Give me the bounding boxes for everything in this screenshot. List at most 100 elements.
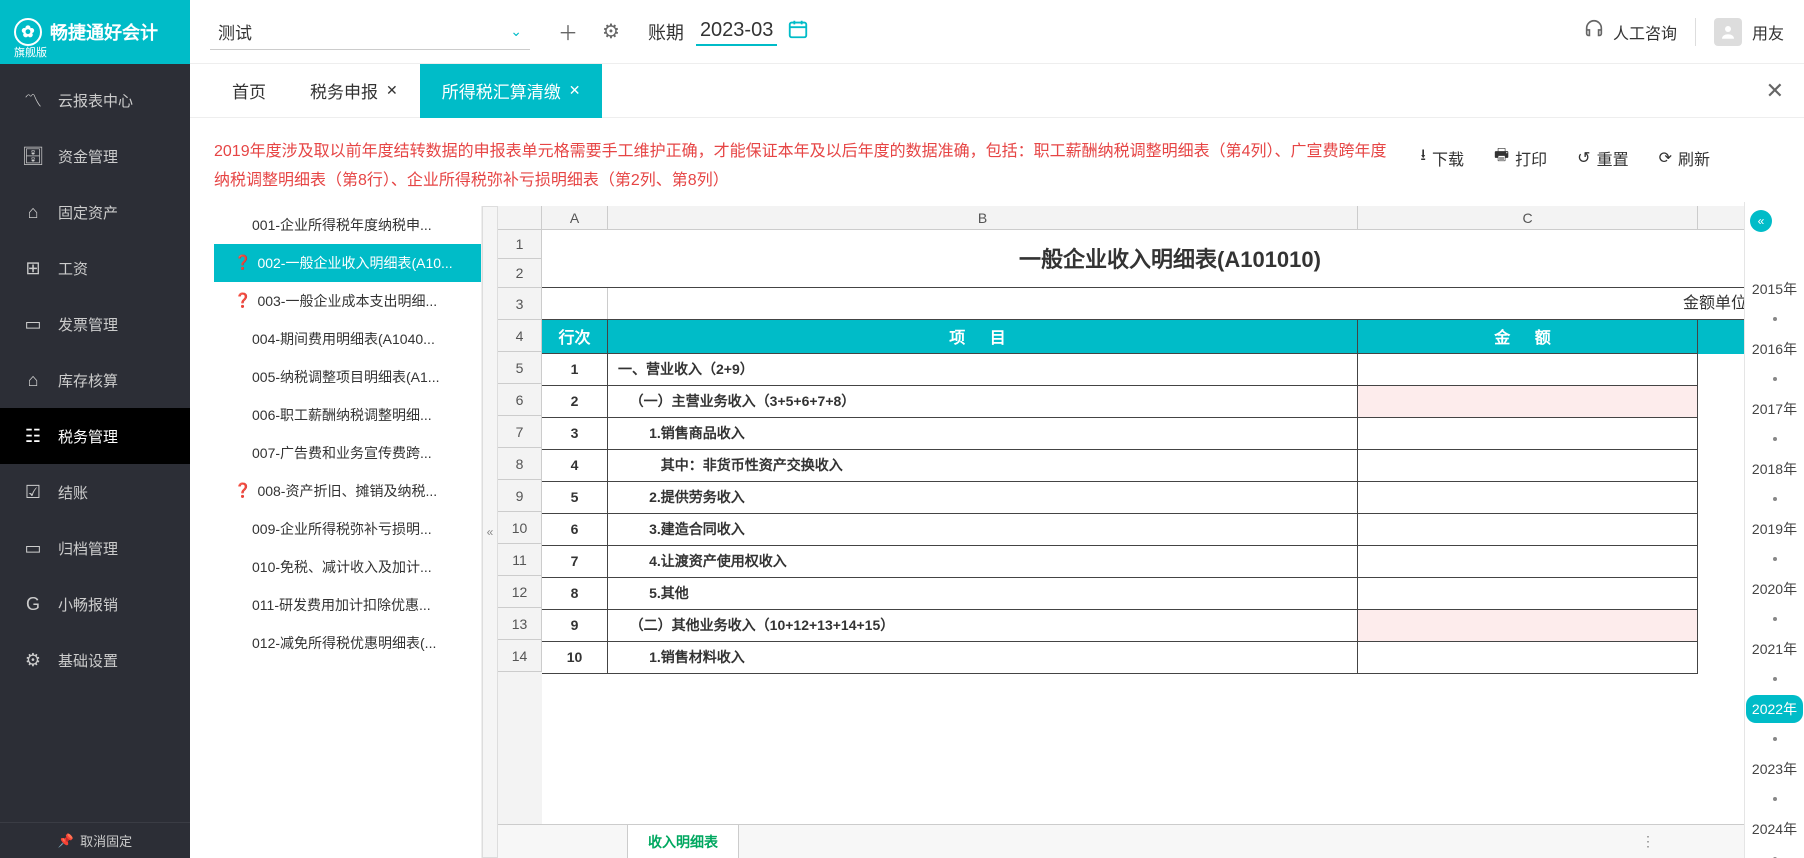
form-item-8[interactable]: 009-企业所得税弥补亏损明... <box>214 510 481 548</box>
row-header[interactable]: 8 <box>498 448 542 480</box>
unpin-button[interactable]: 📌 取消固定 <box>0 822 190 858</box>
form-item-3[interactable]: 004-期间费用明细表(A1040... <box>214 320 481 358</box>
nav-item-8[interactable]: ▭归档管理 <box>0 520 190 576</box>
tab-2[interactable]: 所得税汇算清缴✕ <box>420 64 603 118</box>
row-header[interactable]: 6 <box>498 384 542 416</box>
row-header[interactable]: 7 <box>498 416 542 448</box>
gear-icon[interactable]: ⚙ <box>602 19 620 44</box>
cell-line[interactable]: 5 <box>542 482 608 514</box>
year-2022年[interactable]: 2022年 <box>1746 695 1803 723</box>
calendar-icon[interactable] <box>787 18 809 46</box>
form-item-9[interactable]: 010-免税、减计收入及加计... <box>214 548 481 586</box>
year-2017年[interactable]: 2017年 <box>1746 395 1803 423</box>
row-header[interactable]: 2 <box>498 259 542 288</box>
cell-amount[interactable] <box>1358 450 1698 482</box>
cell-amount[interactable] <box>1358 514 1698 546</box>
year-2018年[interactable]: 2018年 <box>1746 455 1803 483</box>
close-icon[interactable]: ✕ <box>386 82 398 99</box>
nav-item-9[interactable]: G小畅报销 <box>0 576 190 632</box>
nav-item-4[interactable]: ▭发票管理 <box>0 296 190 352</box>
year-2015年[interactable]: 2015年 <box>1746 275 1803 303</box>
cell-amount[interactable] <box>1358 354 1698 386</box>
nav-item-3[interactable]: ⊞工资 <box>0 240 190 296</box>
year-2020年[interactable]: 2020年 <box>1746 575 1803 603</box>
year-2021年[interactable]: 2021年 <box>1746 635 1803 663</box>
form-item-10[interactable]: 011-研发费用加计扣除优惠... <box>214 586 481 624</box>
tab-1[interactable]: 税务申报✕ <box>288 64 420 118</box>
year-2016年[interactable]: 2016年 <box>1746 335 1803 363</box>
col-header-c[interactable]: C <box>1358 206 1698 229</box>
nav-item-5[interactable]: ⌂库存核算 <box>0 352 190 408</box>
form-item-1[interactable]: ❓002-一般企业收入明细表(A10... <box>214 244 481 282</box>
row-header[interactable]: 13 <box>498 608 542 640</box>
tab-0[interactable]: 首页 <box>210 64 288 118</box>
more-icon[interactable]: ⋮ <box>1627 833 1669 850</box>
close-all-tabs[interactable]: ✕ <box>1766 78 1784 104</box>
cell-line[interactable]: 2 <box>542 386 608 418</box>
cell-amount[interactable] <box>1358 546 1698 578</box>
cell-item[interactable]: 1.销售材料收入 <box>608 642 1358 674</box>
row-header[interactable]: 1 <box>498 230 542 259</box>
col-header-a[interactable]: A <box>542 206 608 229</box>
cell-item[interactable]: 3.建造合同收入 <box>608 514 1358 546</box>
collapse-panel-button[interactable]: « <box>482 206 498 858</box>
cell-line[interactable]: 4 <box>542 450 608 482</box>
form-item-4[interactable]: 005-纳税调整项目明细表(A1... <box>214 358 481 396</box>
user-menu[interactable]: 用友 <box>1714 18 1784 46</box>
nav-item-2[interactable]: ⌂固定资产 <box>0 184 190 240</box>
row-header[interactable]: 5 <box>498 352 542 384</box>
nav-item-6[interactable]: ☷税务管理 <box>0 408 190 464</box>
form-item-7[interactable]: ❓008-资产折旧、摊销及纳税... <box>214 472 481 510</box>
nav-item-7[interactable]: ☑结账 <box>0 464 190 520</box>
form-item-0[interactable]: 001-企业所得税年度纳税申... <box>214 206 481 244</box>
col-header-b[interactable]: B <box>608 206 1358 229</box>
nav-item-10[interactable]: ⚙基础设置 <box>0 632 190 688</box>
cell-line[interactable]: 8 <box>542 578 608 610</box>
row-header[interactable]: 3 <box>498 288 542 320</box>
cell-line[interactable]: 1 <box>542 354 608 386</box>
expand-rail-button[interactable]: « <box>1750 210 1772 232</box>
print-button[interactable]: 🖶打印 <box>1494 144 1547 171</box>
row-header[interactable]: 11 <box>498 544 542 576</box>
refresh-button[interactable]: ⟳刷新 <box>1659 146 1710 170</box>
row-header[interactable]: 14 <box>498 640 542 672</box>
form-item-2[interactable]: ❓003-一般企业成本支出明细... <box>214 282 481 320</box>
cell-amount[interactable] <box>1358 610 1698 642</box>
row-header[interactable]: 10 <box>498 512 542 544</box>
nav-item-0[interactable]: 〽云报表中心 <box>0 72 190 128</box>
cell-item[interactable]: 1.销售商品收入 <box>608 418 1358 450</box>
sheet-tab-active[interactable]: 收入明细表 <box>628 825 739 858</box>
form-item-6[interactable]: 007-广告费和业务宣传费跨... <box>214 434 481 472</box>
add-icon[interactable]: ＋ <box>558 17 578 46</box>
nav-item-1[interactable]: 🗄资金管理 <box>0 128 190 184</box>
form-item-5[interactable]: 006-职工薪酬纳税调整明细... <box>214 396 481 434</box>
cell-item[interactable]: 4.让渡资产使用权收入 <box>608 546 1358 578</box>
support-button[interactable]: 人工咨询 <box>1583 18 1677 45</box>
row-header[interactable]: 9 <box>498 480 542 512</box>
cell-amount[interactable] <box>1358 642 1698 674</box>
cell-line[interactable]: 7 <box>542 546 608 578</box>
reset-button[interactable]: ↺重置 <box>1577 146 1628 170</box>
row-header[interactable]: 4 <box>498 320 542 352</box>
year-2024年[interactable]: 2024年 <box>1746 815 1803 843</box>
cell-line[interactable]: 6 <box>542 514 608 546</box>
cell-item[interactable]: （一）主营业务收入（3+5+6+7+8） <box>608 386 1358 418</box>
year-2023年[interactable]: 2023年 <box>1746 755 1803 783</box>
cell-line[interactable]: 3 <box>542 418 608 450</box>
cell-item[interactable]: 其中：非货币性资产交换收入 <box>608 450 1358 482</box>
form-item-11[interactable]: 012-减免所得税优惠明细表(... <box>214 624 481 662</box>
download-button[interactable]: ⭳下载 <box>1420 144 1464 171</box>
row-header[interactable]: 12 <box>498 576 542 608</box>
cell-item[interactable]: 5.其他 <box>608 578 1358 610</box>
period-value[interactable]: 2023-03 <box>696 17 777 46</box>
cell-amount[interactable] <box>1358 482 1698 514</box>
cell-item[interactable]: 一、营业收入（2+9） <box>608 354 1358 386</box>
cell-amount[interactable] <box>1358 418 1698 450</box>
tenant-select[interactable]: 测试 ⌄ <box>210 14 530 50</box>
cell-amount[interactable] <box>1358 578 1698 610</box>
cell-line[interactable]: 10 <box>542 642 608 674</box>
close-icon[interactable]: ✕ <box>569 82 581 99</box>
cell-item[interactable]: （二）其他业务收入（10+12+13+14+15） <box>608 610 1358 642</box>
year-2019年[interactable]: 2019年 <box>1746 515 1803 543</box>
cell-item[interactable]: 2.提供劳务收入 <box>608 482 1358 514</box>
